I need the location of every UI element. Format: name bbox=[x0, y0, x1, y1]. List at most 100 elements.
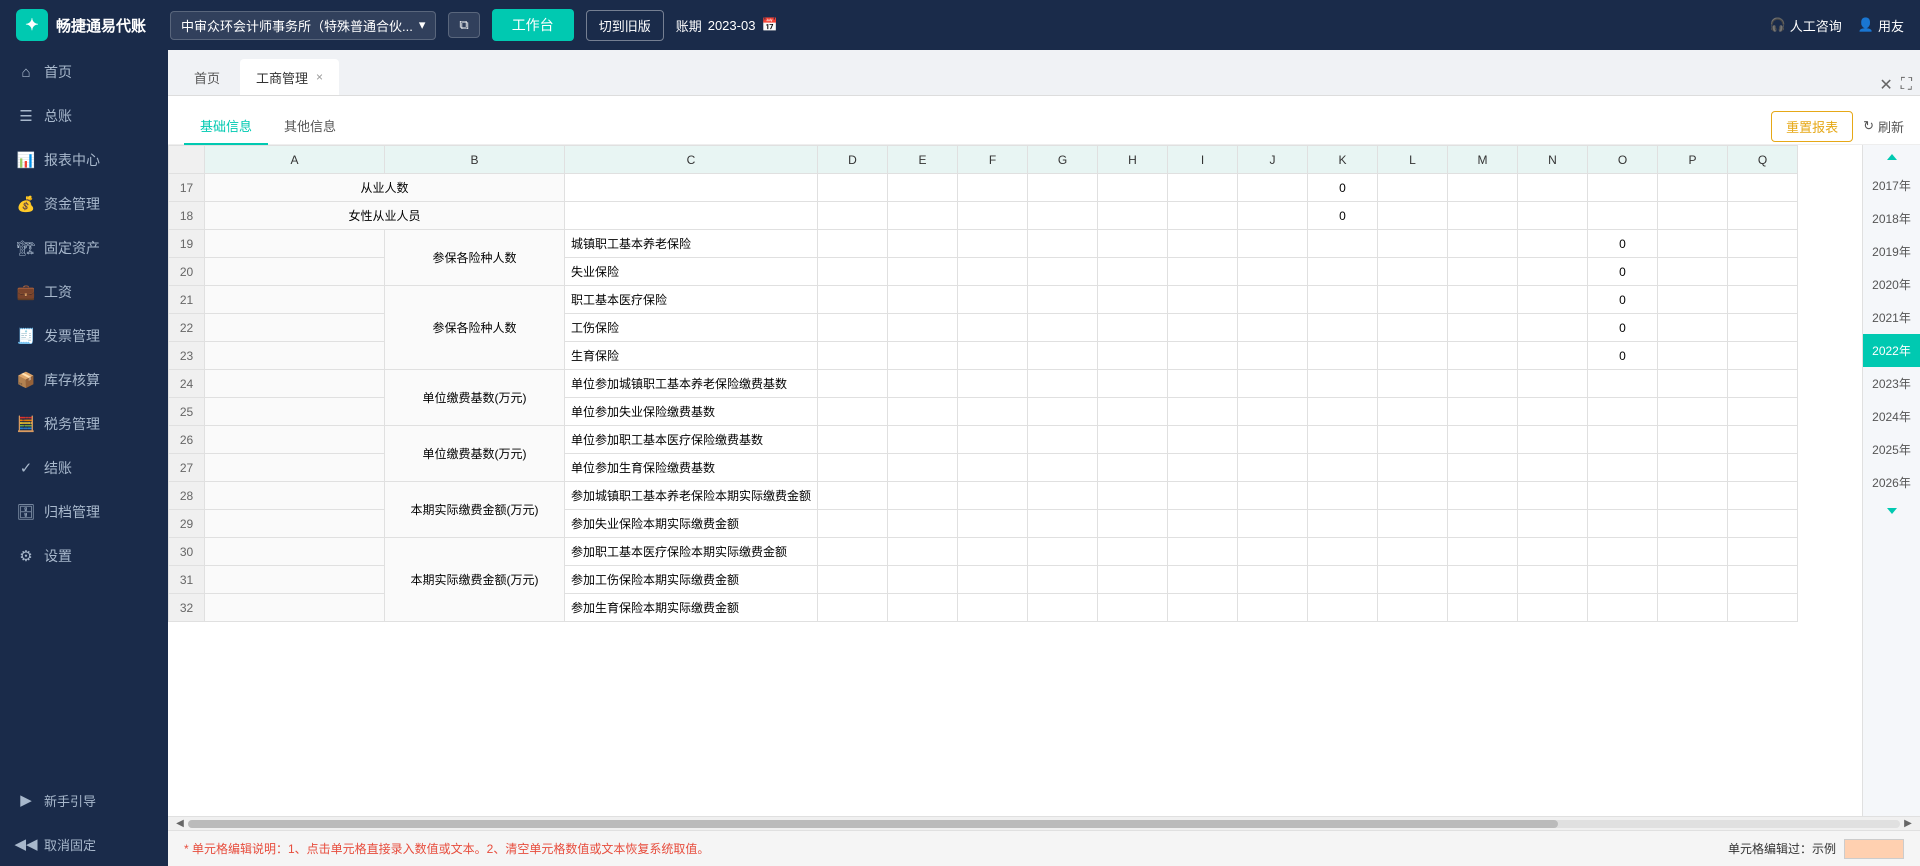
cell-19-a[interactable] bbox=[205, 230, 385, 258]
cell-20-c[interactable]: 失业保险 bbox=[565, 258, 818, 286]
cell-19-n[interactable] bbox=[1518, 230, 1588, 258]
workbench-button[interactable]: 工作台 bbox=[492, 9, 574, 41]
cell-29-f[interactable] bbox=[958, 510, 1028, 538]
cell-22-h[interactable] bbox=[1098, 314, 1168, 342]
cell-26-o[interactable] bbox=[1588, 426, 1658, 454]
cell-25-m[interactable] bbox=[1448, 398, 1518, 426]
year-panel-down[interactable] bbox=[1863, 499, 1920, 523]
cell-24-j[interactable] bbox=[1238, 370, 1308, 398]
cell-27-n[interactable] bbox=[1518, 454, 1588, 482]
cell-23-q[interactable] bbox=[1728, 342, 1798, 370]
cell-23-d[interactable] bbox=[818, 342, 888, 370]
cell-17-g[interactable] bbox=[1028, 174, 1098, 202]
cell-20-m[interactable] bbox=[1448, 258, 1518, 286]
cell-32-k[interactable] bbox=[1308, 594, 1378, 622]
refresh-button[interactable]: ↻ 刷新 bbox=[1863, 117, 1904, 136]
cell-32-q[interactable] bbox=[1728, 594, 1798, 622]
cell-30-i[interactable] bbox=[1168, 538, 1238, 566]
cell-24-n[interactable] bbox=[1518, 370, 1588, 398]
year-2025[interactable]: 2025年 bbox=[1863, 433, 1920, 466]
cell-31-a[interactable] bbox=[205, 566, 385, 594]
sidebar-item-assets[interactable]: 🏗 固定资产 bbox=[0, 226, 168, 270]
sub-tab-other[interactable]: 其他信息 bbox=[268, 108, 352, 145]
cell-27-h[interactable] bbox=[1098, 454, 1168, 482]
cell-20-n[interactable] bbox=[1518, 258, 1588, 286]
cell-23-c[interactable]: 生育保险 bbox=[565, 342, 818, 370]
cell-28-d[interactable] bbox=[818, 482, 888, 510]
sidebar-item-settings[interactable]: ⚙ 设置 bbox=[0, 534, 168, 578]
cell-26-f[interactable] bbox=[958, 426, 1028, 454]
cell-31-q[interactable] bbox=[1728, 566, 1798, 594]
cell-27-f[interactable] bbox=[958, 454, 1028, 482]
sidebar-item-funds[interactable]: 💰 资金管理 bbox=[0, 182, 168, 226]
cell-30-q[interactable] bbox=[1728, 538, 1798, 566]
year-2018[interactable]: 2018年 bbox=[1863, 202, 1920, 235]
cell-31-h[interactable] bbox=[1098, 566, 1168, 594]
maximize-button[interactable]: ⛶ bbox=[1901, 76, 1912, 94]
cell-28-o[interactable] bbox=[1588, 482, 1658, 510]
cell-31-i[interactable] bbox=[1168, 566, 1238, 594]
cell-30-f[interactable] bbox=[958, 538, 1028, 566]
scroll-left-button[interactable]: ◀ bbox=[172, 817, 188, 831]
cell-21-e[interactable] bbox=[888, 286, 958, 314]
cell-29-a[interactable] bbox=[205, 510, 385, 538]
cell-30-d[interactable] bbox=[818, 538, 888, 566]
cell-19-h[interactable] bbox=[1098, 230, 1168, 258]
cell-19-p[interactable] bbox=[1658, 230, 1728, 258]
cell-28-j[interactable] bbox=[1238, 482, 1308, 510]
tab-home[interactable]: 首页 bbox=[178, 59, 236, 95]
cell-29-n[interactable] bbox=[1518, 510, 1588, 538]
sidebar-item-invoice[interactable]: 🧾 发票管理 bbox=[0, 314, 168, 358]
year-2020[interactable]: 2020年 bbox=[1863, 268, 1920, 301]
cell-31-j[interactable] bbox=[1238, 566, 1308, 594]
cell-24-m[interactable] bbox=[1448, 370, 1518, 398]
cell-17-f[interactable] bbox=[958, 174, 1028, 202]
cell-20-g[interactable] bbox=[1028, 258, 1098, 286]
cell-31-g[interactable] bbox=[1028, 566, 1098, 594]
cell-30-j[interactable] bbox=[1238, 538, 1308, 566]
cell-19-c[interactable]: 城镇职工基本养老保险 bbox=[565, 230, 818, 258]
cell-25-a[interactable] bbox=[205, 398, 385, 426]
cell-30-o[interactable] bbox=[1588, 538, 1658, 566]
cell-23-l[interactable] bbox=[1378, 342, 1448, 370]
cell-28-a[interactable] bbox=[205, 482, 385, 510]
user-menu[interactable]: 👤 用友 bbox=[1858, 16, 1904, 35]
cell-17-c[interactable] bbox=[565, 174, 818, 202]
year-2026[interactable]: 2026年 bbox=[1863, 466, 1920, 499]
cell-19-q[interactable] bbox=[1728, 230, 1798, 258]
cell-19-o[interactable]: 0 bbox=[1588, 230, 1658, 258]
cell-27-d[interactable] bbox=[818, 454, 888, 482]
cell-20-o[interactable]: 0 bbox=[1588, 258, 1658, 286]
spreadsheet-wrapper[interactable]: A B C D E F G H I J K L bbox=[168, 145, 1862, 816]
cell-31-o[interactable] bbox=[1588, 566, 1658, 594]
cell-20-i[interactable] bbox=[1168, 258, 1238, 286]
cell-28-i[interactable] bbox=[1168, 482, 1238, 510]
cell-18-k[interactable]: 0 bbox=[1308, 202, 1378, 230]
cell-26-c[interactable]: 单位参加职工基本医疗保险缴费基数 bbox=[565, 426, 818, 454]
cell-30-l[interactable] bbox=[1378, 538, 1448, 566]
year-panel-up[interactable] bbox=[1863, 145, 1920, 169]
year-2019[interactable]: 2019年 bbox=[1863, 235, 1920, 268]
cell-19-g[interactable] bbox=[1028, 230, 1098, 258]
cell-23-g[interactable] bbox=[1028, 342, 1098, 370]
cell-22-l[interactable] bbox=[1378, 314, 1448, 342]
cell-21-d[interactable] bbox=[818, 286, 888, 314]
cell-18-p[interactable] bbox=[1658, 202, 1728, 230]
cell-29-g[interactable] bbox=[1028, 510, 1098, 538]
cell-17-h[interactable] bbox=[1098, 174, 1168, 202]
cell-22-f[interactable] bbox=[958, 314, 1028, 342]
cell-20-q[interactable] bbox=[1728, 258, 1798, 286]
cell-29-e[interactable] bbox=[888, 510, 958, 538]
cell-19-k[interactable] bbox=[1308, 230, 1378, 258]
cell-22-n[interactable] bbox=[1518, 314, 1588, 342]
cell-32-d[interactable] bbox=[818, 594, 888, 622]
cell-31-e[interactable] bbox=[888, 566, 958, 594]
cell-29-c[interactable]: 参加失业保险本期实际缴费金额 bbox=[565, 510, 818, 538]
cell-30-m[interactable] bbox=[1448, 538, 1518, 566]
cell-29-m[interactable] bbox=[1448, 510, 1518, 538]
reset-report-button[interactable]: 重置报表 bbox=[1771, 111, 1853, 142]
tab-business[interactable]: 工商管理 × bbox=[240, 59, 339, 95]
cell-27-a[interactable] bbox=[205, 454, 385, 482]
cell-23-m[interactable] bbox=[1448, 342, 1518, 370]
cell-17-p[interactable] bbox=[1658, 174, 1728, 202]
